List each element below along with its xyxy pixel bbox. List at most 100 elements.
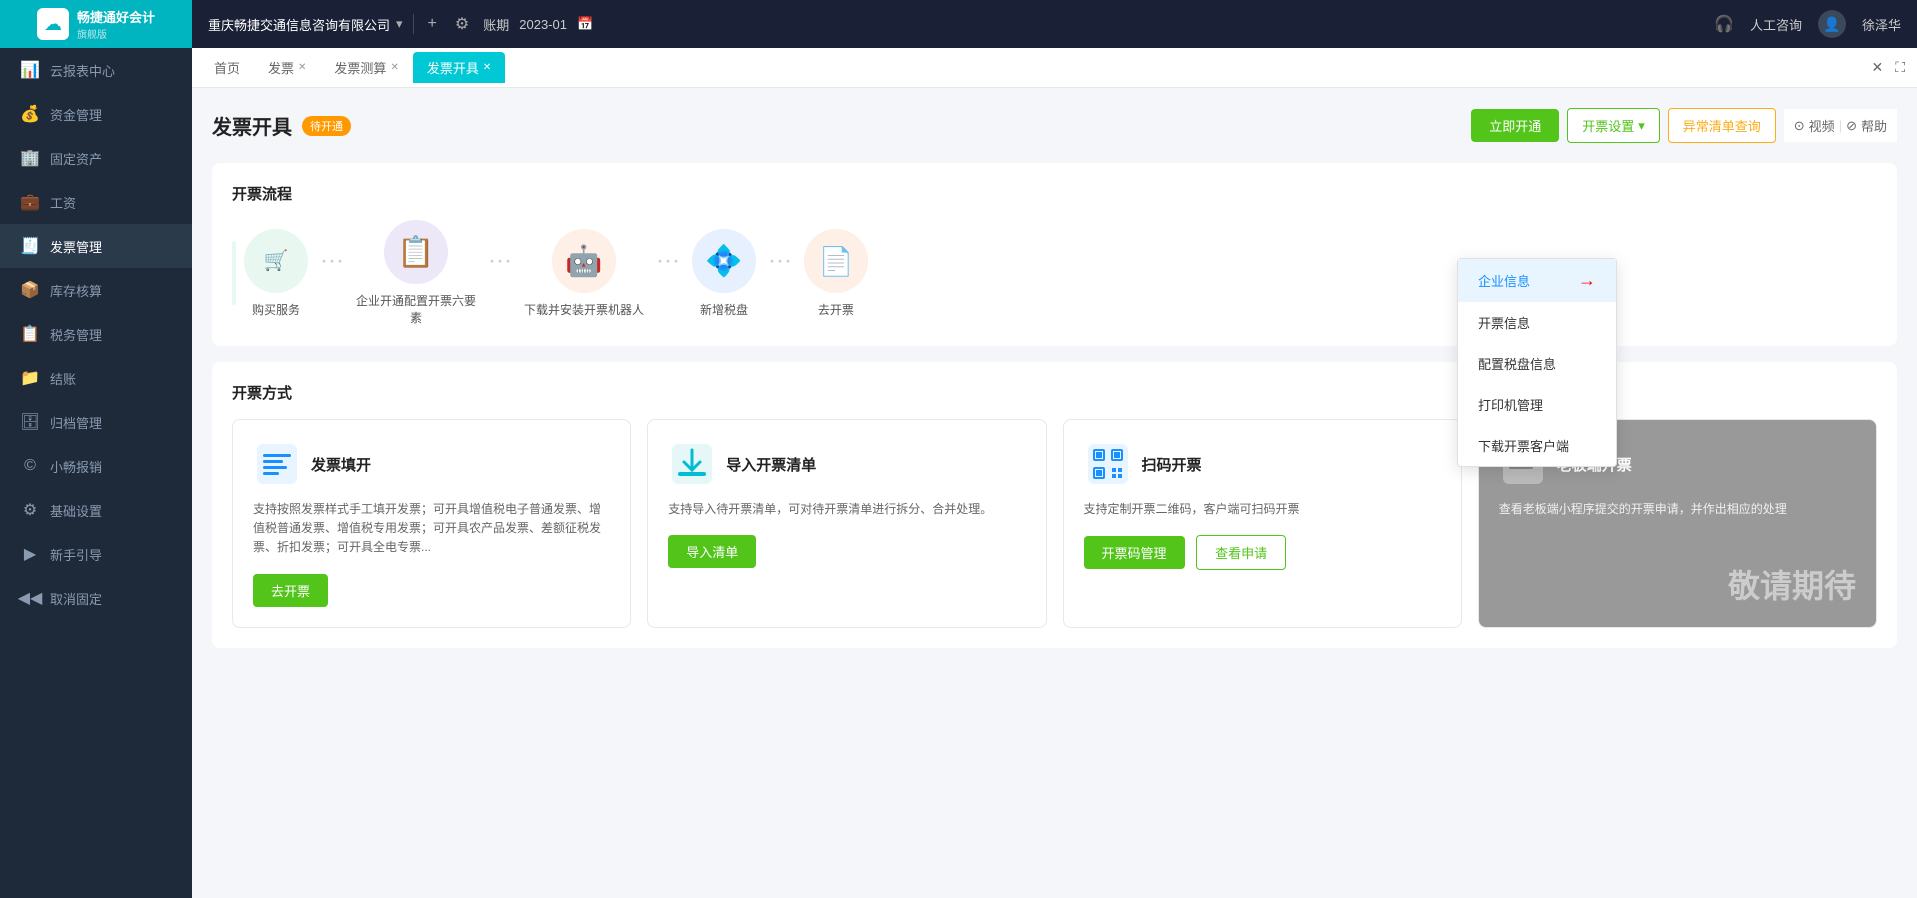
sidebar-item-xinshou[interactable]: ▶ 新手引导 <box>0 532 192 576</box>
help-label: 帮助 <box>1861 116 1887 135</box>
dropdown-download-client-label: 下载开票客户端 <box>1478 439 1569 454</box>
flow-step-3: 🤖 下载并安装开票机器人 <box>524 229 644 318</box>
copyright-icon: © <box>20 456 40 476</box>
dropdown-item-tax-info[interactable]: 配置税盘信息 <box>1458 343 1616 384</box>
dropdown-item-company-info[interactable]: 企业信息 → <box>1458 259 1616 302</box>
company-name: 重庆畅捷交通信息咨询有限公司 <box>208 15 390 34</box>
video-button[interactable]: ⊙ 视频 | ⊘ 帮助 <box>1784 109 1897 142</box>
method-card-scan-header: 扫码开票 <box>1084 440 1441 488</box>
method-section: 开票方式 <box>212 362 1897 648</box>
scan-manage-button[interactable]: 开票码管理 <box>1084 536 1185 569</box>
flow-step-2-icon: 📋 <box>384 220 448 284</box>
abnormal-button[interactable]: 异常清单查询 <box>1668 108 1776 143</box>
flow-arrow-2: ··· <box>476 247 524 275</box>
invoice-icon: 🧾 <box>20 236 40 256</box>
period-value: 2023-01 <box>519 17 567 32</box>
status-badge: 待开通 <box>302 116 351 136</box>
tab-invoice-close[interactable]: ✕ <box>298 62 306 73</box>
tab-bar-right: ✕ ⛶ <box>1867 55 1909 80</box>
method-fill-title: 发票填开 <box>311 454 371 475</box>
sidebar-item-zijin[interactable]: 💰 资金管理 <box>0 92 192 136</box>
scan-view-button[interactable]: 查看申请 <box>1196 535 1286 570</box>
close-window-button[interactable]: ✕ <box>1867 55 1887 80</box>
page-title-area: 发票开具 待开通 <box>212 111 351 140</box>
sidebar-item-gudingzichan[interactable]: 🏢 固定资产 <box>0 136 192 180</box>
flow-arrow-4: ··· <box>756 247 804 275</box>
method-section-title: 开票方式 <box>232 382 1877 403</box>
sidebar-item-gongzi[interactable]: 💼 工资 <box>0 180 192 224</box>
sidebar-label-jiezhang: 结账 <box>50 369 76 388</box>
question-icon: ⊘ <box>1846 118 1857 134</box>
flow-step-2-label: 企业开通配置开票六要素 <box>356 292 476 326</box>
flow-section: 开票流程 🛒 购买服务 ··· 📋 <box>212 163 1897 346</box>
scan-icon <box>1084 440 1132 488</box>
dropdown-arrow-icon: ▾ <box>1638 118 1645 134</box>
fill-go-button[interactable]: 去开票 <box>253 574 328 607</box>
sidebar-label-gongzi: 工资 <box>50 193 76 212</box>
company-selector[interactable]: 重庆畅捷交通信息咨询有限公司 ▾ <box>208 15 403 34</box>
sidebar-item-shuiwu[interactable]: 📋 税务管理 <box>0 312 192 356</box>
sidebar-item-guidang[interactable]: 🗄 归档管理 <box>0 400 192 444</box>
flow-step-5-icon: 📄 <box>804 229 868 293</box>
import-button[interactable]: 导入清单 <box>668 535 756 568</box>
flow-section-title: 开票流程 <box>232 183 1877 204</box>
tab-open-close[interactable]: ✕ <box>483 62 491 73</box>
sidebar-label-zijin: 资金管理 <box>50 105 102 124</box>
sidebar-label-shuiwu: 税务管理 <box>50 325 102 344</box>
ai-consult-label[interactable]: 人工咨询 <box>1750 15 1802 34</box>
headphone-icon: 🎧 <box>1714 14 1734 34</box>
page-header: 发票开具 待开通 立即开通 开票设置 ▾ 异常清单查询 ⊙ 视频 <box>212 108 1897 143</box>
top-bar-right: 🎧 人工咨询 👤 徐泽华 <box>1714 10 1901 38</box>
sidebar-item-fapiao[interactable]: 🧾 发票管理 <box>0 224 192 268</box>
tab-home[interactable]: 首页 <box>200 52 254 83</box>
page-title: 发票开具 <box>212 111 292 140</box>
svg-text:📋: 📋 <box>397 234 434 269</box>
activate-button[interactable]: 立即开通 <box>1471 109 1559 142</box>
flow-step-3-label: 下载并安装开票机器人 <box>524 301 644 318</box>
money-icon: 💰 <box>20 104 40 124</box>
play-circle-icon: ⊙ <box>1794 118 1805 134</box>
tab-calc[interactable]: 发票测算 ✕ <box>320 52 412 83</box>
method-scan-title: 扫码开票 <box>1142 454 1202 475</box>
add-button[interactable]: + <box>424 11 441 37</box>
sidebar-item-xiaochang[interactable]: © 小畅报销 <box>0 444 192 488</box>
red-arrow-icon: → <box>1578 270 1596 291</box>
flow-step-4: 💠 新增税盘 <box>692 229 756 318</box>
period-label: 账期 <box>483 15 509 34</box>
building-icon: 🏢 <box>20 148 40 168</box>
svg-text:📄: 📄 <box>819 245 854 278</box>
flow-step-5: 📄 去开票 <box>804 229 868 318</box>
method-card-fill-header: 发票填开 <box>253 440 610 488</box>
tab-calc-label: 发票测算 <box>334 58 386 77</box>
sidebar-label-jichushezhi: 基础设置 <box>50 501 102 520</box>
logo-area[interactable]: ☁ 畅捷通好会计 旗舰版 <box>0 0 192 48</box>
settings-dropdown-label: 开票设置 <box>1582 116 1634 135</box>
tab-calc-close[interactable]: ✕ <box>390 62 398 73</box>
sidebar-item-yunbao[interactable]: 📊 云报表中心 <box>0 48 192 92</box>
method-card-import: 导入开票清单 支持导入待开票清单，可对待开票清单进行拆分、合并处理。 导入清单 <box>647 419 1046 628</box>
dropdown-item-invoice-info[interactable]: 开票信息 <box>1458 302 1616 343</box>
dropdown-item-printer[interactable]: 打印机管理 <box>1458 384 1616 425</box>
settings-dropdown-button[interactable]: 开票设置 ▾ <box>1567 108 1660 143</box>
nav-right: 重庆畅捷交通信息咨询有限公司 ▾ + ⚙ 账期 2023-01 📅 🎧 人工咨询… <box>192 10 1917 38</box>
settings-icon[interactable]: ⚙ <box>451 10 473 38</box>
main-area: 📊 云报表中心 💰 资金管理 🏢 固定资产 💼 工资 🧾 发票管理 <box>0 48 1917 898</box>
tab-open[interactable]: 发票开具 ✕ <box>413 52 505 83</box>
sidebar-item-jiezhang[interactable]: 📁 结账 <box>0 356 192 400</box>
gear-icon: ⚙ <box>20 500 40 520</box>
calendar-icon[interactable]: 📅 <box>577 16 593 32</box>
chevron-down-icon[interactable]: ▾ <box>396 16 403 32</box>
settings-dropdown-menu: 企业信息 → 开票信息 配置税盘信息 打印机管理 下载开票客户端 <box>1457 258 1617 467</box>
clipboard-icon: 📋 <box>20 324 40 344</box>
tab-invoice[interactable]: 发票 ✕ <box>254 52 320 83</box>
avatar: 👤 <box>1818 10 1846 38</box>
maximize-button[interactable]: ⛶ <box>1891 55 1909 80</box>
dropdown-item-download-client[interactable]: 下载开票客户端 <box>1458 425 1616 466</box>
top-nav-bar: ☁ 畅捷通好会计 旗舰版 重庆畅捷交通信息咨询有限公司 ▾ + ⚙ 账期 202… <box>0 0 1917 48</box>
method-import-desc: 支持导入待开票清单，可对待开票清单进行拆分、合并处理。 <box>668 500 1025 519</box>
sidebar-item-kucun[interactable]: 📦 库存核算 <box>0 268 192 312</box>
method-card-import-header: 导入开票清单 <box>668 440 1025 488</box>
svg-text:💠: 💠 <box>705 243 742 278</box>
sidebar-item-quxiao[interactable]: ◀◀ 取消固定 <box>0 576 192 620</box>
sidebar-item-jichushezhi[interactable]: ⚙ 基础设置 <box>0 488 192 532</box>
